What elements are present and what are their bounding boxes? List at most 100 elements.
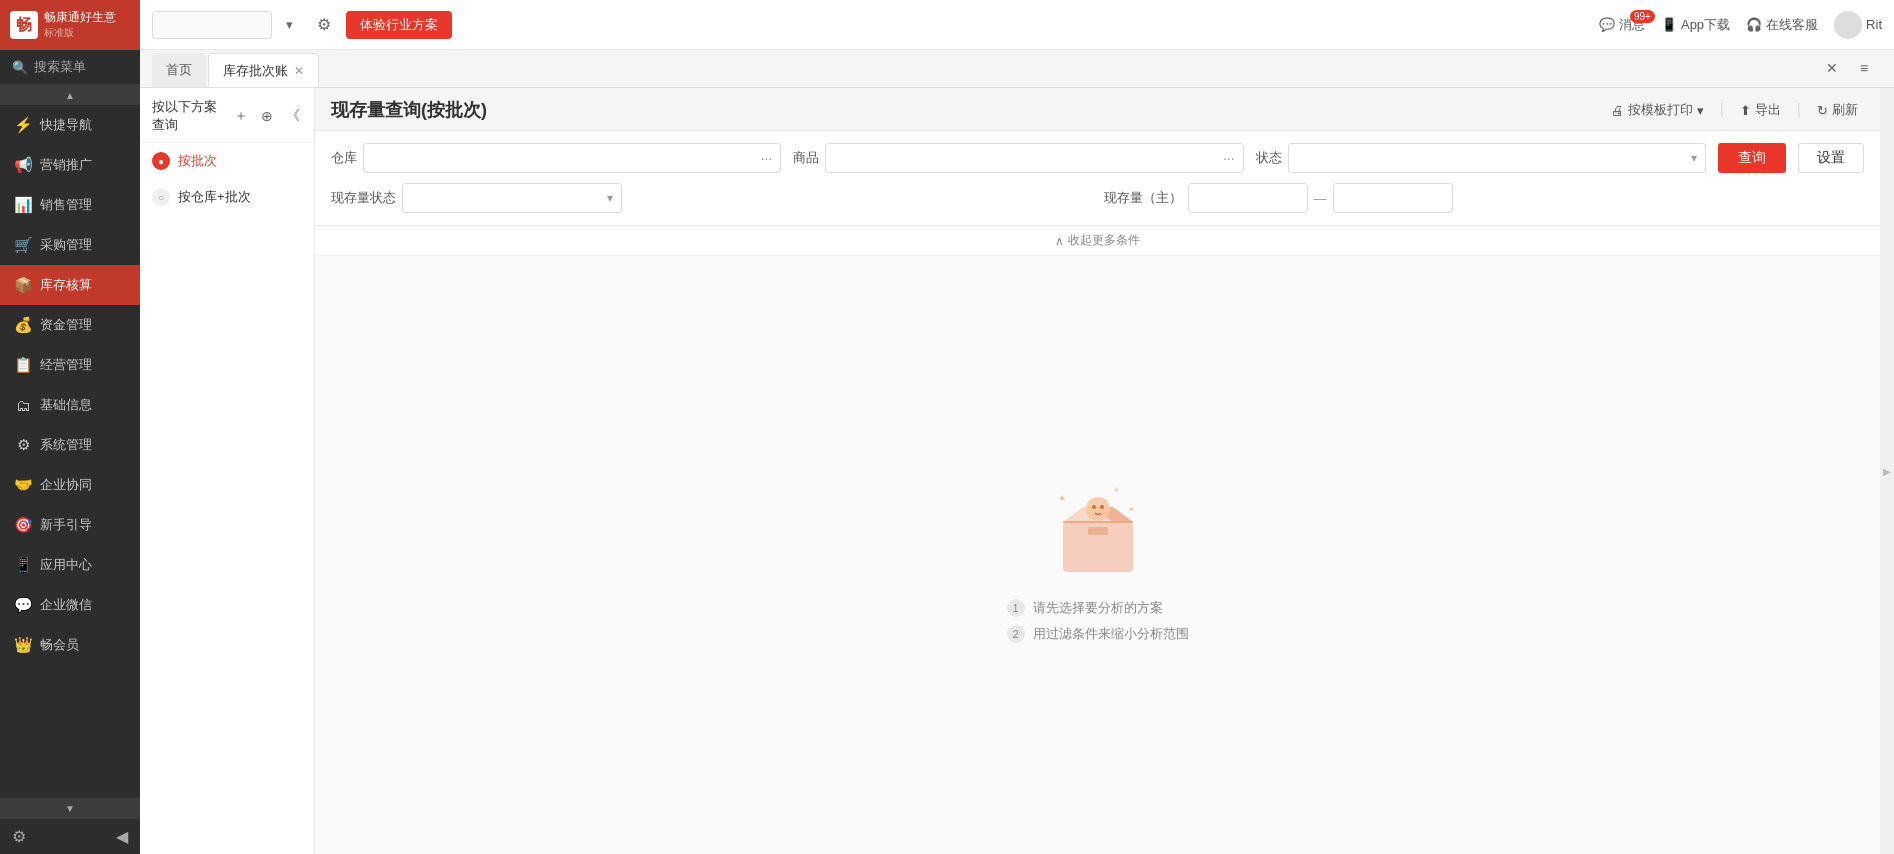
empty-tips: 1 请先选择要分析的方案 2 用过滤条件来缩小分析范围 <box>1007 599 1189 643</box>
status-chevron-icon: ▾ <box>1691 151 1697 165</box>
print-template-btn[interactable]: 🖨 按模板打印 ▾ <box>1605 98 1710 122</box>
page-header: 现存量查询(按批次) 🖨 按模板打印 ▾ | ⬆ 导出 | ↻ <box>315 88 1880 131</box>
inventory-icon: 📦 <box>14 276 32 294</box>
empty-illustration: ✦ ✦ ★ <box>1038 467 1158 587</box>
phone-icon: 📱 <box>1661 17 1677 32</box>
tab-inventory-batch[interactable]: 库存批次账 ✕ <box>208 53 319 87</box>
topbar-search-input[interactable] <box>152 11 272 39</box>
sidebar-item-sales[interactable]: 📊 销售管理 <box>0 185 140 225</box>
scheme-item-warehouse-batch[interactable]: ○ 按仓库+批次 <box>140 179 314 215</box>
online-service-btn[interactable]: 🎧 在线客服 <box>1746 16 1818 34</box>
query-button[interactable]: 查询 <box>1718 143 1786 173</box>
scheme-settings-btn[interactable]: ⊕ <box>256 105 278 127</box>
sidebar-item-basic[interactable]: 🗂 基础信息 <box>0 385 140 425</box>
warehouse-input-wrap[interactable]: ··· <box>363 143 781 173</box>
sidebar-item-enterprise[interactable]: 🤝 企业协同 <box>0 465 140 505</box>
product-input-wrap[interactable]: ··· <box>825 143 1243 173</box>
app-download-btn[interactable]: 📱 App下载 <box>1661 16 1730 34</box>
sidebar-scroll-up[interactable]: ▲ <box>0 85 140 105</box>
add-scheme-btn[interactable]: ＋ <box>230 105 252 127</box>
sidebar-item-finance[interactable]: 💰 资金管理 <box>0 305 140 345</box>
range-dash: — <box>1314 191 1327 206</box>
wechat-icon: 💬 <box>14 596 32 614</box>
sidebar-item-inventory[interactable]: 📦 库存核算 <box>0 265 140 305</box>
refresh-btn[interactable]: ↻ 刷新 <box>1811 98 1864 122</box>
settings-footer-icon[interactable]: ⚙ <box>12 827 26 846</box>
main-area: ▾ ⚙ 体验行业方案 💬 消息 99+ 📱 App下载 🎧 在线客服 Rit <box>140 0 1894 854</box>
stock-qty-max-input[interactable] <box>1333 183 1453 213</box>
tab-close-inventory-batch[interactable]: ✕ <box>294 65 304 77</box>
sidebar: 畅 畅康通好生意 标准版 🔍 搜索菜单 ▲ ⚡ 快捷导航 📢 营销推广 📊 销售… <box>0 0 140 854</box>
empty-tip-2: 2 用过滤条件来缩小分析范围 <box>1007 625 1189 643</box>
scheme-item-batch[interactable]: ● 按批次 <box>140 143 314 179</box>
print-icon: 🖨 <box>1611 103 1624 118</box>
search-dropdown-btn[interactable]: ▾ <box>276 12 302 38</box>
filter-panel-icons: ＋ ⊕ 《 <box>230 105 304 127</box>
sidebar-item-quick-nav[interactable]: ⚡ 快捷导航 <box>0 105 140 145</box>
sidebar-item-wechat[interactable]: 💬 企业微信 <box>0 585 140 625</box>
product-dots-btn[interactable]: ··· <box>1223 150 1235 166</box>
right-scroll-bar[interactable]: ▶ <box>1880 88 1894 854</box>
sidebar-item-marketing[interactable]: 📢 营销推广 <box>0 145 140 185</box>
svg-rect-2 <box>1088 527 1108 535</box>
svg-text:✦: ✦ <box>1128 505 1135 514</box>
tab-home[interactable]: 首页 <box>152 53 206 87</box>
sidebar-scroll-down[interactable]: ▼ <box>0 798 140 818</box>
industry-solution-button[interactable]: 体验行业方案 <box>346 11 452 39</box>
product-label: 商品 <box>793 149 819 167</box>
topbar: ▾ ⚙ 体验行业方案 💬 消息 99+ 📱 App下载 🎧 在线客服 Rit <box>140 0 1894 50</box>
sidebar-item-purchase[interactable]: 🛒 采购管理 <box>0 225 140 265</box>
right-scroll-icon: ▶ <box>1883 466 1891 477</box>
topbar-actions: 💬 消息 99+ 📱 App下载 🎧 在线客服 Rit <box>1599 11 1882 39</box>
sidebar-item-system[interactable]: ⚙ 系统管理 <box>0 425 140 465</box>
collapse-conditions-bar[interactable]: ∧ 收起更多条件 <box>315 226 1880 256</box>
collapse-sidebar-icon[interactable]: ◀ <box>116 827 128 846</box>
tip-number-2: 2 <box>1007 625 1025 643</box>
status-select[interactable]: ▾ <box>1288 143 1706 173</box>
panel-menu-btn[interactable]: ≡ <box>1850 54 1878 82</box>
svg-point-5 <box>1100 505 1104 509</box>
sidebar-nav: ⚡ 快捷导航 📢 营销推广 📊 销售管理 🛒 采购管理 📦 库存核算 💰 资金管… <box>0 105 140 798</box>
settings-button[interactable]: 设置 <box>1798 143 1864 173</box>
page-title: 现存量查询(按批次) <box>331 98 487 122</box>
sidebar-item-newbie[interactable]: 🎯 新手引导 <box>0 505 140 545</box>
scheme-dot-batch: ● <box>152 152 170 170</box>
messages-badge: 99+ <box>1630 10 1655 23</box>
user-name: Rit <box>1866 17 1882 32</box>
empty-svg: ✦ ✦ ★ <box>1038 467 1158 587</box>
product-input[interactable] <box>834 151 1219 166</box>
sidebar-header: 畅 畅康通好生意 标准版 <box>0 0 140 50</box>
svg-point-4 <box>1092 505 1096 509</box>
close-panel-btn[interactable]: ✕ <box>1818 54 1846 82</box>
search-menu-item[interactable]: 🔍 搜索菜单 <box>0 50 140 85</box>
stock-qty-min-input[interactable] <box>1188 183 1308 213</box>
topbar-gear-btn[interactable]: ⚙ <box>310 11 338 39</box>
warehouse-dots-btn[interactable]: ··· <box>761 150 773 166</box>
sidebar-item-operations[interactable]: 📋 经营管理 <box>0 345 140 385</box>
print-dropdown-icon: ▾ <box>1697 103 1704 118</box>
messages-btn[interactable]: 💬 消息 99+ <box>1599 16 1645 34</box>
filter-row-1: 仓库 ··· 商品 ··· 状态 <box>331 143 1864 173</box>
stock-status-select[interactable]: ▾ <box>402 183 622 213</box>
sidebar-item-app-center[interactable]: 📱 应用中心 <box>0 545 140 585</box>
filter-panel: 按以下方案查询 ＋ ⊕ 《 ● 按批次 ○ 按仓库+批次 <box>140 88 315 854</box>
collapse-filter-btn[interactable]: 《 <box>282 105 304 127</box>
filter-panel-title: 按以下方案查询 <box>152 98 224 134</box>
warehouse-input[interactable] <box>372 151 757 166</box>
empty-tip-1: 1 请先选择要分析的方案 <box>1007 599 1189 617</box>
stock-status-label: 现存量状态 <box>331 189 396 207</box>
search-icon: 🔍 <box>12 60 28 75</box>
query-area: 现存量查询(按批次) 🖨 按模板打印 ▾ | ⬆ 导出 | ↻ <box>315 88 1880 854</box>
export-btn[interactable]: ⬆ 导出 <box>1734 98 1787 122</box>
basic-icon: 🗂 <box>14 396 32 414</box>
user-menu-btn[interactable]: Rit <box>1834 11 1882 39</box>
marketing-icon: 📢 <box>14 156 32 174</box>
sidebar-item-member[interactable]: 👑 畅会员 <box>0 625 140 665</box>
collapse-chevron-icon: ∧ <box>1055 234 1064 248</box>
stock-status-field: 现存量状态 ▾ <box>331 183 1092 213</box>
page-content: 按以下方案查询 ＋ ⊕ 《 ● 按批次 ○ 按仓库+批次 现存量查询(按批次) <box>140 88 1894 854</box>
stock-qty-field: 现存量（主） — <box>1104 183 1865 213</box>
message-icon: 💬 <box>1599 17 1615 32</box>
finance-icon: 💰 <box>14 316 32 334</box>
refresh-icon: ↻ <box>1817 103 1828 118</box>
